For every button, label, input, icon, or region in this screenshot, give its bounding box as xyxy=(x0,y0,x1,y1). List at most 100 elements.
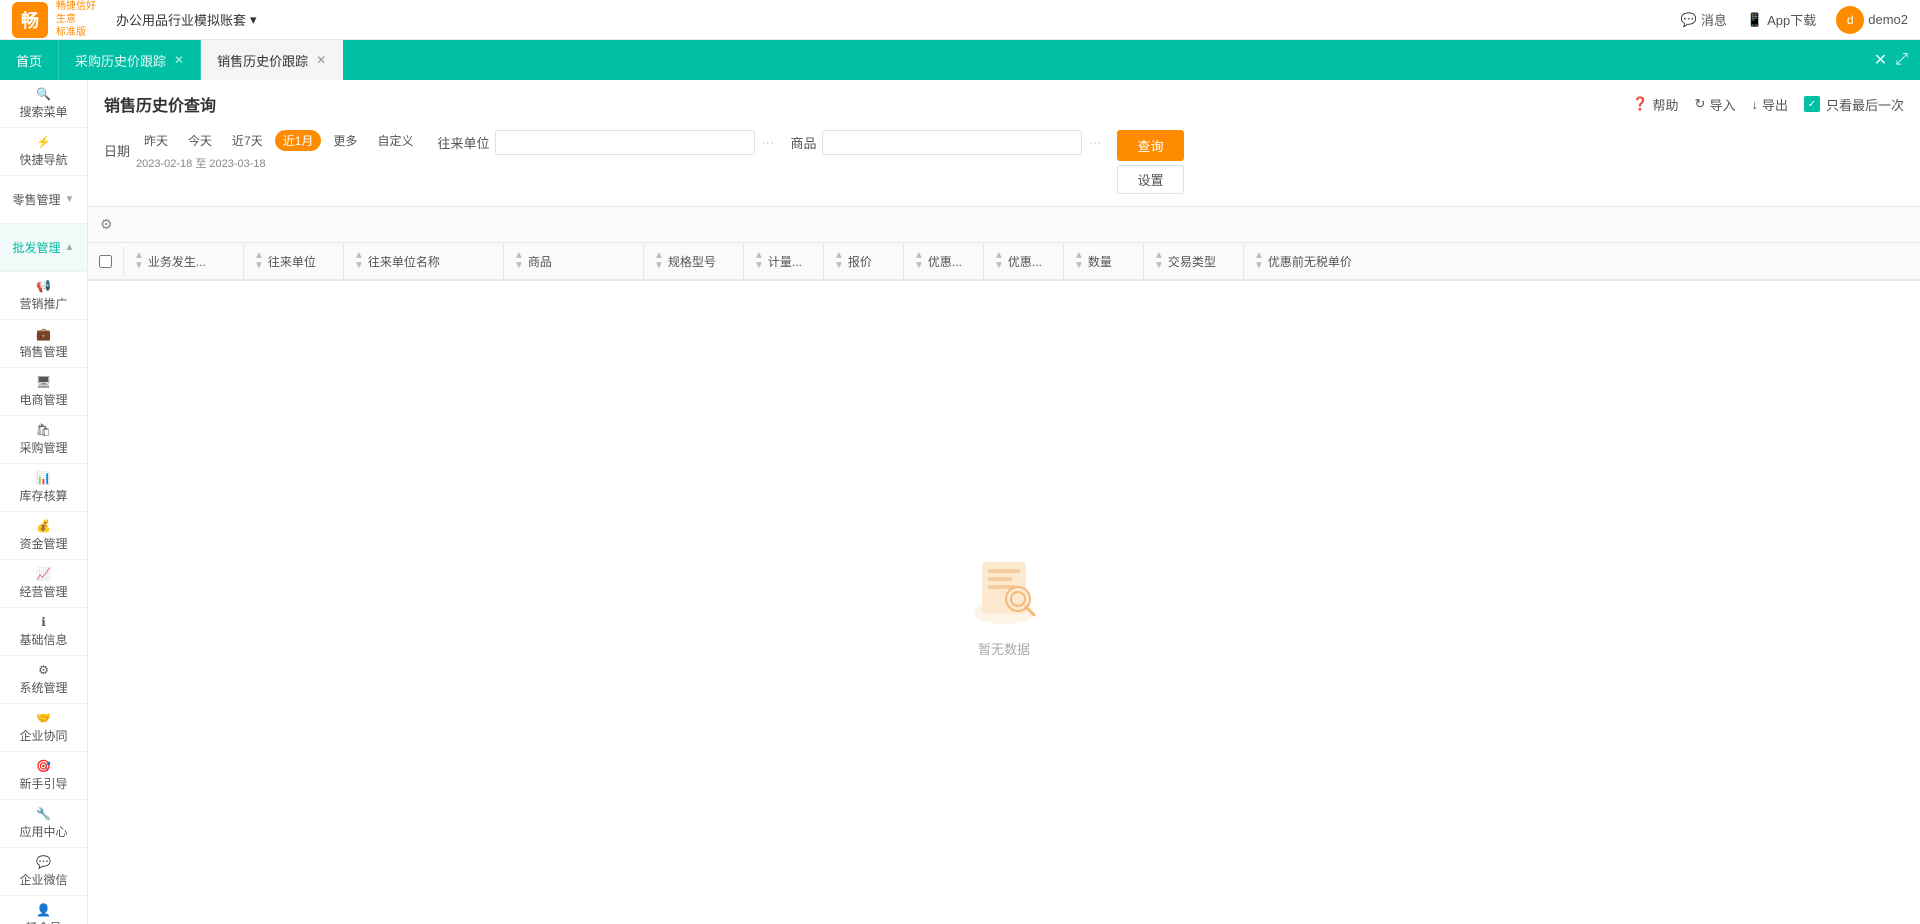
tab-window-actions: ✕ ⤢ xyxy=(1862,50,1920,70)
empty-svg xyxy=(964,547,1044,627)
th-unit-code[interactable]: ▲▼ 往来单位 xyxy=(244,243,344,279)
product-label: 商品 xyxy=(790,133,816,152)
top-right-actions: 💬 消息 📱 App下载 d demo2 xyxy=(1681,6,1908,34)
tab-sales-history[interactable]: 销售历史价跟踪 ✕ xyxy=(201,40,343,80)
sidebar-item-wechat[interactable]: 💬 企业微信 xyxy=(0,848,87,896)
only-last-label: 只看最后一次 xyxy=(1826,95,1904,114)
th-qty[interactable]: ▲▼ 数量 xyxy=(1064,243,1144,279)
unit-label: 往来单位 xyxy=(437,133,489,152)
user-name: demo2 xyxy=(1868,12,1908,27)
system-selector[interactable]: 办公用品行业模拟账套 ▾ xyxy=(116,10,257,29)
th-trade-type[interactable]: ▲▼ 交易类型 xyxy=(1144,243,1244,279)
date-chip-1month[interactable]: 近1月 xyxy=(275,130,322,151)
setting-button[interactable]: 设置 xyxy=(1117,165,1183,194)
th-measure[interactable]: ▲▼ 计量... xyxy=(744,243,824,279)
sort-icon: ▲▼ xyxy=(1254,251,1264,271)
date-range-display: 2023-02-18 至 2023-03-18 xyxy=(136,155,421,171)
date-chip-today[interactable]: 今天 xyxy=(180,130,220,151)
checkbox-icon: ✓ xyxy=(1804,96,1820,112)
sidebar-item-wholesale[interactable]: 批发管理 ▲ xyxy=(0,224,87,272)
help-button[interactable]: ❓ 帮助 xyxy=(1632,95,1678,114)
sales-icon: 💼 xyxy=(36,327,51,341)
th-spec[interactable]: ▲▼ 规格型号 xyxy=(644,243,744,279)
phone-icon: 📱 xyxy=(1747,12,1763,28)
th-price[interactable]: ▲▼ 报价 xyxy=(824,243,904,279)
export-button[interactable]: ↓ 导出 xyxy=(1751,95,1788,114)
th-discount1[interactable]: ▲▼ 优惠... xyxy=(904,243,984,279)
empty-state: 暂无数据 xyxy=(964,547,1044,658)
filter-buttons: 查询 设置 xyxy=(1117,130,1183,194)
th-tax-price[interactable]: ▲▼ 优惠前无税单价 xyxy=(1244,243,1920,279)
tab-purchase-close[interactable]: ✕ xyxy=(174,53,184,67)
product-filter-group: 商品 ··· xyxy=(790,130,1101,155)
table-settings-icon[interactable]: ⚙ xyxy=(100,216,113,233)
table-area: ⚙ ▲▼ 业务发生... ▲▼ 往来单位 ▲▼ 往来单位名称 xyxy=(88,207,1920,924)
sidebar-item-marketing[interactable]: 📢 营销推广 xyxy=(0,272,87,320)
date-chip-custom[interactable]: 自定义 xyxy=(369,130,421,151)
product-dots[interactable]: ··· xyxy=(1088,135,1101,150)
sidebar-item-basic-info[interactable]: ℹ 基础信息 xyxy=(0,608,87,656)
sidebar-item-beginner[interactable]: 🎯 新手引导 xyxy=(0,752,87,800)
help-label: 帮助 xyxy=(1653,95,1679,114)
only-last-checkbox[interactable]: ✓ 只看最后一次 xyxy=(1804,95,1904,114)
date-chip-7days[interactable]: 近7天 xyxy=(224,130,271,151)
th-unit-name[interactable]: ▲▼ 往来单位名称 xyxy=(344,243,504,279)
sidebar-item-app-center[interactable]: 🔧 应用中心 xyxy=(0,800,87,848)
sidebar-item-sales[interactable]: 💼 销售管理 xyxy=(0,320,87,368)
unit-dots[interactable]: ··· xyxy=(761,135,774,150)
tab-home[interactable]: 首页 xyxy=(0,40,59,80)
sort-icon: ▲▼ xyxy=(1074,251,1084,271)
query-button[interactable]: 查询 xyxy=(1117,130,1183,161)
app-download-button[interactable]: 📱 App下载 xyxy=(1747,10,1816,29)
table-header: ▲▼ 业务发生... ▲▼ 往来单位 ▲▼ 往来单位名称 ▲▼ 商品 ▲▼ xyxy=(88,243,1920,281)
help-icon: ❓ xyxy=(1632,96,1648,112)
unit-input[interactable] xyxy=(495,130,755,155)
inventory-icon: 📊 xyxy=(36,471,51,485)
tab-sales-label: 销售历史价跟踪 xyxy=(217,51,308,70)
date-chip-more[interactable]: 更多 xyxy=(325,130,365,151)
th-product[interactable]: ▲▼ 商品 xyxy=(504,243,644,279)
avatar: d xyxy=(1836,6,1864,34)
search-icon: 🔍 xyxy=(36,87,51,101)
sidebar-item-system[interactable]: ⚙ 系统管理 xyxy=(0,656,87,704)
sidebar-item-retail[interactable]: 零售管理 ▼ xyxy=(0,176,87,224)
sidebar: 🔍 搜索菜单 ⚡ 快捷导航 零售管理 ▼ 批发管理 ▲ 📢 营销推广 💼 销售管… xyxy=(0,80,88,924)
import-button[interactable]: ↻ 导入 xyxy=(1695,95,1736,114)
vip-icon: 👤 xyxy=(36,903,51,917)
close-window-icon[interactable]: ✕ xyxy=(1874,50,1887,70)
chevron-down-icon: ▼ xyxy=(65,194,75,205)
th-biz-date[interactable]: ▲▼ 业务发生... xyxy=(124,243,244,279)
sort-icon: ▲▼ xyxy=(354,251,364,271)
th-checkbox[interactable] xyxy=(88,247,124,276)
message-label: 消息 xyxy=(1701,10,1727,29)
message-button[interactable]: 💬 消息 xyxy=(1681,10,1727,29)
expand-window-icon[interactable]: ⤢ xyxy=(1895,51,1908,69)
sidebar-item-finance[interactable]: 💰 资金管理 xyxy=(0,512,87,560)
tab-bar: 首页 采购历史价跟踪 ✕ 销售历史价跟踪 ✕ ✕ ⤢ xyxy=(0,40,1920,80)
sidebar-item-purchase[interactable]: 🛍 采购管理 xyxy=(0,416,87,464)
tab-purchase-history[interactable]: 采购历史价跟踪 ✕ xyxy=(59,40,201,80)
date-label: 日期 xyxy=(104,141,130,160)
export-icon: ↓ xyxy=(1751,97,1758,112)
sidebar-item-enterprise-collab[interactable]: 🤝 企业协同 xyxy=(0,704,87,752)
table-toolbar: ⚙ xyxy=(88,207,1920,243)
sidebar-item-vip[interactable]: 👤 畅会员 xyxy=(0,896,87,924)
user-menu[interactable]: d demo2 xyxy=(1836,6,1908,34)
th-discount2[interactable]: ▲▼ 优惠... xyxy=(984,243,1064,279)
sidebar-item-quick-nav[interactable]: ⚡ 快捷导航 xyxy=(0,128,87,176)
tab-sales-close[interactable]: ✕ xyxy=(316,53,326,67)
lightning-icon: ⚡ xyxy=(36,135,51,149)
sidebar-item-ecommerce[interactable]: 🖥 电商管理 xyxy=(0,368,87,416)
sidebar-item-search[interactable]: 🔍 搜索菜单 xyxy=(0,80,87,128)
sidebar-item-inventory[interactable]: 📊 库存核算 xyxy=(0,464,87,512)
sort-icon: ▲▼ xyxy=(254,251,264,271)
content-area: 销售历史价查询 ❓ 帮助 ↻ 导入 ↓ 导出 ✓ xyxy=(88,80,1920,924)
select-all-checkbox[interactable] xyxy=(99,255,112,268)
tab-home-label: 首页 xyxy=(16,51,42,70)
product-input[interactable] xyxy=(822,130,1082,155)
app-download-label: App下载 xyxy=(1767,10,1816,29)
sidebar-item-management[interactable]: 📈 经营管理 xyxy=(0,560,87,608)
chevron-up-icon: ▲ xyxy=(65,242,75,253)
date-chips: 昨天 今天 近7天 近1月 更多 自定义 xyxy=(136,130,421,151)
date-chip-yesterday[interactable]: 昨天 xyxy=(136,130,176,151)
